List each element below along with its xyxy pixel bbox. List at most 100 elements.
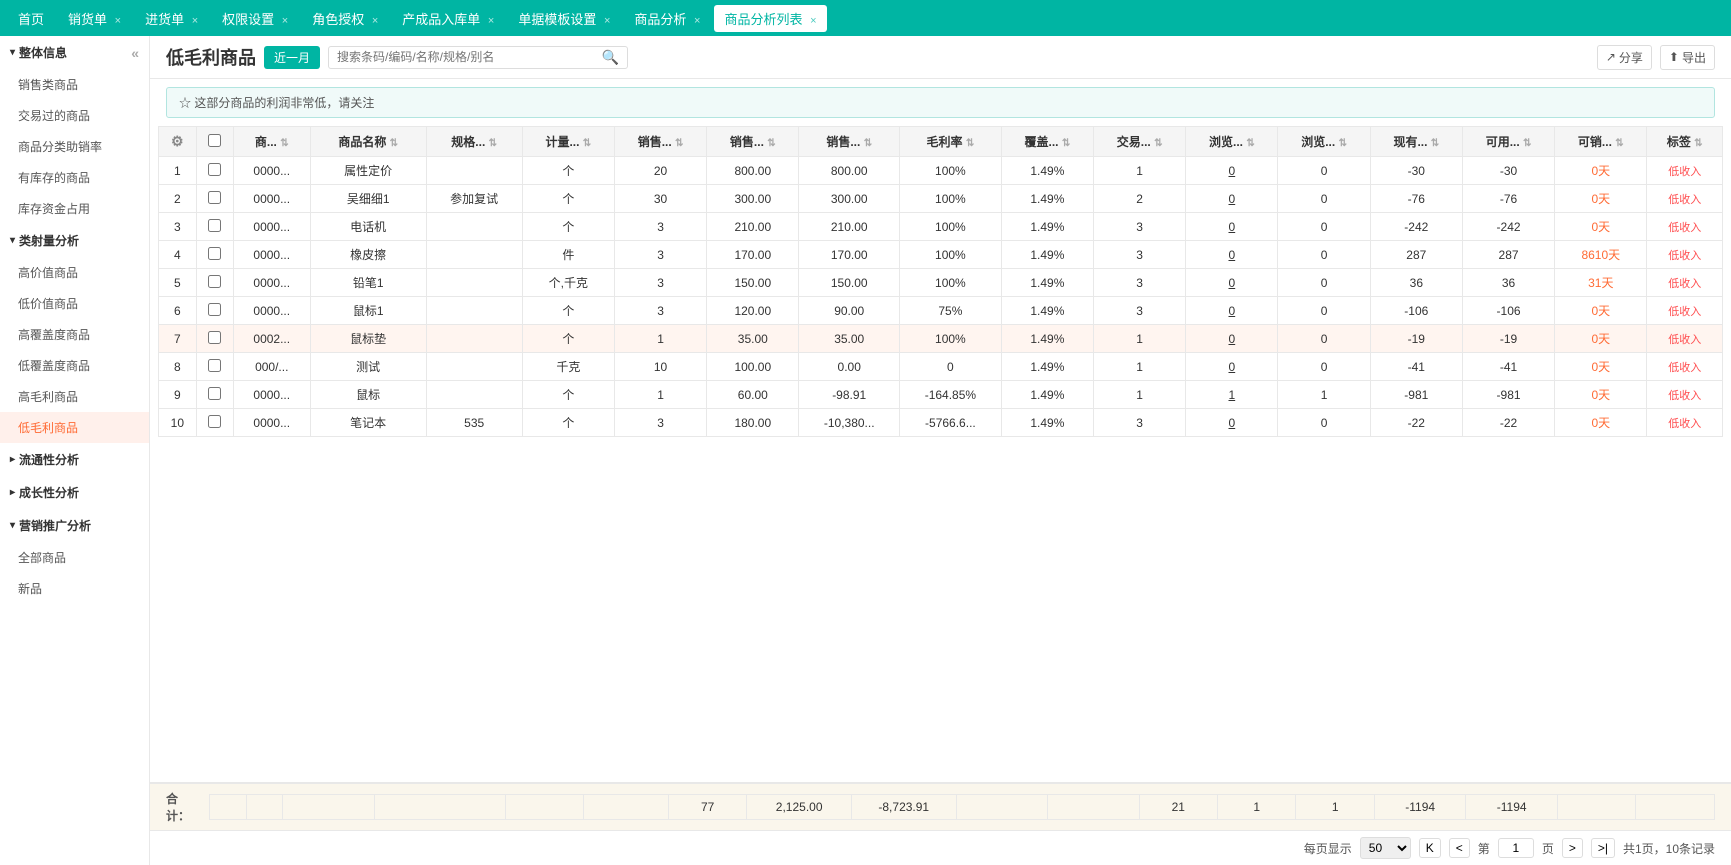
sidebar-item-low-coverage[interactable]: 低覆盖度商品 xyxy=(0,350,149,381)
search-input[interactable] xyxy=(337,50,602,64)
sidebar-group-marketing-header[interactable]: ▾ 营销推广分析 xyxy=(0,509,149,542)
row-select-checkbox[interactable] xyxy=(208,415,221,428)
row-browse1[interactable]: 0 xyxy=(1186,409,1278,437)
row-checkbox[interactable] xyxy=(196,381,233,409)
nav-home[interactable]: 首页 xyxy=(8,5,54,32)
col-sales-amount[interactable]: 销售... ⇅ xyxy=(799,127,900,157)
nav-product-entry[interactable]: 产成品入库单 × xyxy=(392,5,504,32)
nav-product-analysis-list[interactable]: 商品分析列表 × xyxy=(714,5,826,32)
period-button[interactable]: 近一月 xyxy=(264,46,320,69)
sidebar-item-category-sales-rate[interactable]: 商品分类助销率 xyxy=(0,131,149,162)
nav-purchase-close[interactable]: × xyxy=(192,15,198,27)
nav-permissions-close[interactable]: × xyxy=(282,15,288,27)
col-spec[interactable]: 规格... ⇅ xyxy=(426,127,522,157)
page-size-select[interactable]: 50 100 200 xyxy=(1360,837,1411,859)
col-available[interactable]: 可用... ⇅ xyxy=(1462,127,1554,157)
col-transaction[interactable]: 交易... ⇅ xyxy=(1094,127,1186,157)
row-checkbox[interactable] xyxy=(196,185,233,213)
browse-link[interactable]: 0 xyxy=(1229,164,1236,178)
nav-roles[interactable]: 角色授权 × xyxy=(302,5,388,32)
row-browse1[interactable]: 0 xyxy=(1186,269,1278,297)
last-page-button[interactable]: >| xyxy=(1591,838,1615,858)
sidebar-group-overall-header[interactable]: ▾ 整体信息 « xyxy=(0,36,149,69)
nav-sales-close[interactable]: × xyxy=(115,15,121,27)
row-select-checkbox[interactable] xyxy=(208,387,221,400)
first-page-button[interactable]: K xyxy=(1419,838,1441,858)
row-browse1[interactable]: 0 xyxy=(1186,325,1278,353)
sidebar-item-inventory-capital[interactable]: 库存资金占用 xyxy=(0,193,149,224)
col-browse1[interactable]: 浏览... ⇅ xyxy=(1186,127,1278,157)
nav-template[interactable]: 单据模板设置 × xyxy=(508,5,620,32)
row-select-checkbox[interactable] xyxy=(208,163,221,176)
row-select-checkbox[interactable] xyxy=(208,191,221,204)
row-checkbox[interactable] xyxy=(196,241,233,269)
search-icon[interactable]: 🔍 xyxy=(602,49,619,66)
row-select-checkbox[interactable] xyxy=(208,219,221,232)
col-checkbox[interactable] xyxy=(196,127,233,157)
col-unit[interactable]: 计量... ⇅ xyxy=(522,127,614,157)
browse-link[interactable]: 0 xyxy=(1229,220,1236,234)
sidebar-item-new-products[interactable]: 新品 xyxy=(0,573,149,604)
col-sales-price[interactable]: 销售... ⇅ xyxy=(707,127,799,157)
row-browse1[interactable]: 0 xyxy=(1186,185,1278,213)
nav-template-close[interactable]: × xyxy=(604,15,610,27)
row-select-checkbox[interactable] xyxy=(208,359,221,372)
row-browse1[interactable]: 0 xyxy=(1186,241,1278,269)
sidebar-group-liquidity-header[interactable]: ▸ 流通性分析 xyxy=(0,443,149,476)
sidebar-item-inventory-products[interactable]: 有库存的商品 xyxy=(0,162,149,193)
row-select-checkbox[interactable] xyxy=(208,331,221,344)
col-margin[interactable]: 毛利率 ⇅ xyxy=(900,127,1002,157)
col-coverage[interactable]: 覆盖... ⇅ xyxy=(1001,127,1093,157)
browse-link[interactable]: 0 xyxy=(1229,416,1236,430)
nav-analysis-close[interactable]: × xyxy=(694,15,700,27)
browse-link[interactable]: 0 xyxy=(1229,360,1236,374)
browse-link[interactable]: 0 xyxy=(1229,192,1236,206)
sidebar-item-traded-products[interactable]: 交易过的商品 xyxy=(0,100,149,131)
nav-permissions[interactable]: 权限设置 × xyxy=(212,5,298,32)
sidebar-item-all-products[interactable]: 全部商品 xyxy=(0,542,149,573)
sidebar-item-sales-products[interactable]: 销售类商品 xyxy=(0,69,149,100)
nav-product-analysis[interactable]: 商品分析 × xyxy=(624,5,710,32)
sidebar-group-analysis-header[interactable]: ▾ 类射量分析 xyxy=(0,224,149,257)
nav-analysis-list-close[interactable]: × xyxy=(810,15,816,27)
row-select-checkbox[interactable] xyxy=(208,247,221,260)
row-browse1[interactable]: 0 xyxy=(1186,353,1278,381)
sidebar-item-low-value[interactable]: 低价值商品 xyxy=(0,288,149,319)
row-browse1[interactable]: 0 xyxy=(1186,297,1278,325)
page-number-input[interactable] xyxy=(1498,838,1534,858)
sidebar-item-low-margin[interactable]: 低毛利商品 xyxy=(0,412,149,443)
share-button[interactable]: ↗ 分享 xyxy=(1597,45,1652,70)
browse-link[interactable]: 0 xyxy=(1229,304,1236,318)
browse-link[interactable]: 0 xyxy=(1229,276,1236,290)
row-checkbox[interactable] xyxy=(196,213,233,241)
prev-page-button[interactable]: < xyxy=(1449,838,1470,858)
row-checkbox[interactable] xyxy=(196,353,233,381)
row-select-checkbox[interactable] xyxy=(208,303,221,316)
sidebar-item-high-margin[interactable]: 高毛利商品 xyxy=(0,381,149,412)
row-checkbox[interactable] xyxy=(196,157,233,185)
next-page-button[interactable]: > xyxy=(1562,838,1583,858)
sidebar-item-high-value[interactable]: 高价值商品 xyxy=(0,257,149,288)
row-select-checkbox[interactable] xyxy=(208,275,221,288)
col-code[interactable]: 商... ⇅ xyxy=(233,127,310,157)
browse-link[interactable]: 0 xyxy=(1229,248,1236,262)
row-browse1[interactable]: 0 xyxy=(1186,213,1278,241)
row-checkbox[interactable] xyxy=(196,269,233,297)
col-sales-qty[interactable]: 销售... ⇅ xyxy=(614,127,706,157)
row-checkbox[interactable] xyxy=(196,409,233,437)
col-settings[interactable]: ⚙ xyxy=(159,127,197,157)
col-current[interactable]: 现有... ⇅ xyxy=(1370,127,1462,157)
export-button[interactable]: ⬆ 导出 xyxy=(1660,45,1715,70)
nav-purchase[interactable]: 进货单 × xyxy=(135,5,208,32)
row-checkbox[interactable] xyxy=(196,297,233,325)
nav-sales[interactable]: 销货单 × xyxy=(58,5,131,32)
nav-product-close[interactable]: × xyxy=(488,15,494,27)
browse-link[interactable]: 0 xyxy=(1229,332,1236,346)
nav-roles-close[interactable]: × xyxy=(372,15,378,27)
settings-icon[interactable]: ⚙ xyxy=(171,133,184,149)
browse-link[interactable]: 1 xyxy=(1229,388,1236,402)
select-all-checkbox[interactable] xyxy=(208,134,221,147)
col-tag[interactable]: 标签 ⇅ xyxy=(1647,127,1723,157)
col-salable[interactable]: 可销... ⇅ xyxy=(1555,127,1647,157)
row-browse1[interactable]: 0 xyxy=(1186,157,1278,185)
